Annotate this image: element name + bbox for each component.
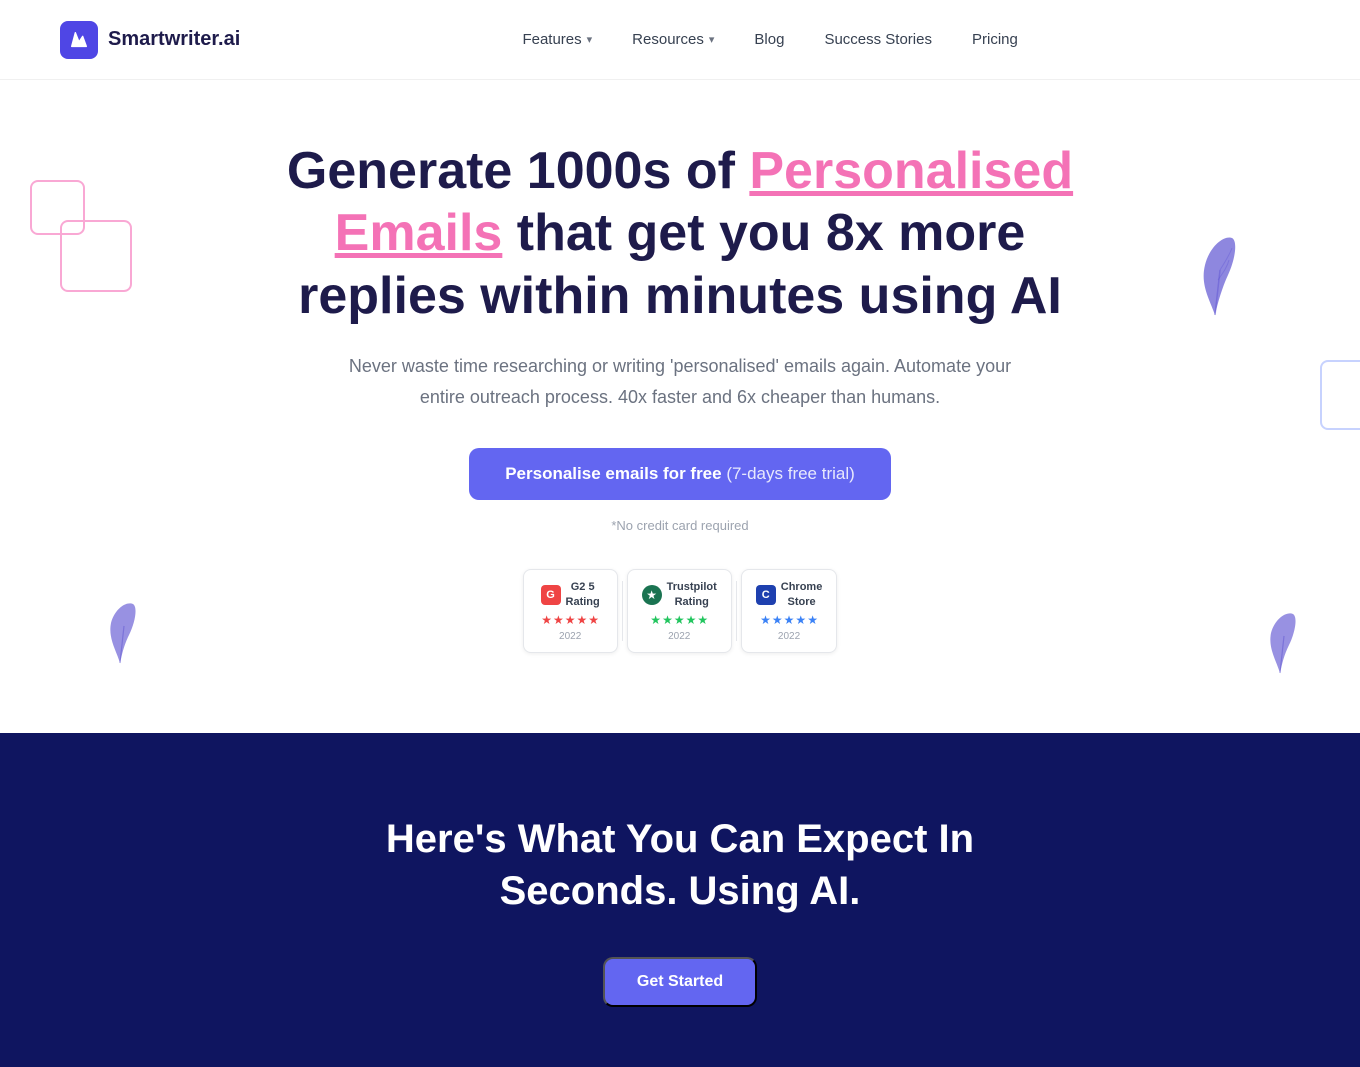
chevron-down-icon: ▾	[587, 33, 593, 46]
hero-section: Generate 1000s of Personalised Emails th…	[0, 80, 1360, 733]
bottom-section: Here's What You Can Expect In Seconds. U…	[0, 733, 1360, 1067]
bottom-title: Here's What You Can Expect In Seconds. U…	[330, 813, 1030, 917]
chevron-down-icon: ▾	[709, 33, 715, 46]
cs-stars: ★ ★ ★ ★ ★	[760, 613, 818, 627]
g2-icon: G	[541, 585, 561, 605]
deco-square-3	[1320, 360, 1360, 430]
cta-button[interactable]: Personalise emails for free (7-days free…	[469, 448, 891, 500]
cs-label: ChromeStore	[781, 580, 823, 609]
cta-container: Personalise emails for free (7-days free…	[270, 448, 1090, 518]
bottom-cta-container: Get Started	[40, 957, 1320, 1007]
feather-icon-bottom-left	[100, 598, 140, 673]
no-cc-text: *No credit card required	[270, 518, 1090, 533]
g2-stars: ★ ★ ★ ★ ★	[541, 613, 599, 627]
badge-divider-1	[622, 581, 623, 641]
nav-blog[interactable]: Blog	[754, 31, 784, 48]
trustpilot-icon: ★	[642, 585, 662, 605]
logo-icon	[60, 21, 98, 59]
g2-badge: G G2 5Rating ★ ★ ★ ★ ★ 2022	[523, 569, 618, 653]
navbar: Smartwriter.ai Features ▾ Resources ▾ Bl…	[0, 0, 1360, 80]
g2-label: G2 5Rating	[566, 580, 600, 609]
trial-text: (7-days free trial)	[726, 464, 854, 483]
trustpilot-badge: ★ TrustpilotRating ★ ★ ★ ★ ★ 2022	[627, 569, 732, 653]
chrome-store-badge: C ChromeStore ★ ★ ★ ★ ★ 2022	[741, 569, 838, 653]
tp-year: 2022	[668, 631, 690, 642]
tp-label: TrustpilotRating	[667, 580, 717, 609]
hero-subtitle: Never waste time researching or writing …	[340, 351, 1020, 412]
hero-content: Generate 1000s of Personalised Emails th…	[270, 140, 1090, 653]
g2-year: 2022	[559, 631, 581, 642]
nav-resources[interactable]: Resources ▾	[632, 31, 714, 48]
bottom-cta-button[interactable]: Get Started	[603, 957, 757, 1007]
tp-stars: ★ ★ ★ ★ ★	[650, 613, 708, 627]
hero-title: Generate 1000s of Personalised Emails th…	[270, 140, 1090, 327]
nav-menu: Features ▾ Resources ▾ Blog Success Stor…	[522, 31, 1017, 48]
chrome-store-icon: C	[756, 585, 776, 605]
logo-text: Smartwriter.ai	[108, 28, 240, 51]
cs-year: 2022	[778, 631, 800, 642]
nav-features[interactable]: Features ▾	[522, 31, 592, 48]
nav-pricing[interactable]: Pricing	[972, 31, 1018, 48]
feather-icon-top-right	[1190, 230, 1240, 325]
badge-divider-2	[736, 581, 737, 641]
nav-success-stories[interactable]: Success Stories	[824, 31, 932, 48]
deco-square-2	[60, 220, 132, 292]
logo[interactable]: Smartwriter.ai	[60, 21, 240, 59]
rating-badges: G G2 5Rating ★ ★ ★ ★ ★ 2022 ★ Trustpilot…	[270, 569, 1090, 653]
feather-icon-bottom-right	[1260, 608, 1300, 683]
